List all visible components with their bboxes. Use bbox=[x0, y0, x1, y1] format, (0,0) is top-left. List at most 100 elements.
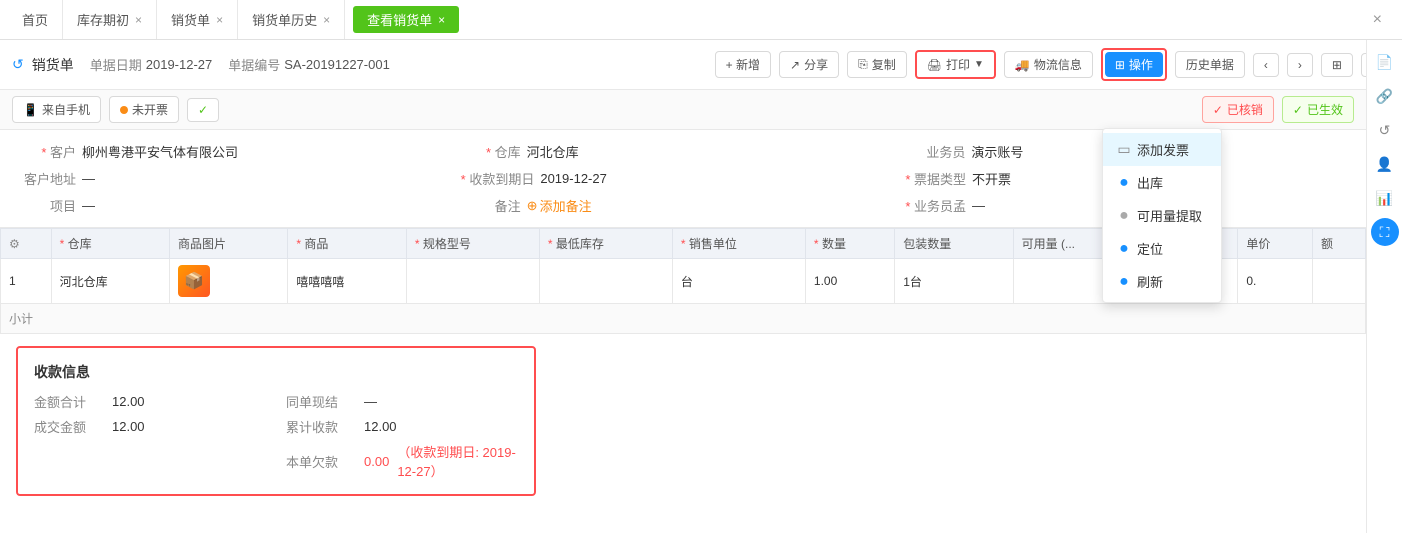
cell-unit: 台 bbox=[672, 259, 805, 304]
col-amount: 额 bbox=[1313, 229, 1366, 259]
warehouse-label: 仓库 bbox=[461, 142, 521, 161]
payment-date-row: 收款到期日 2019-12-27 bbox=[461, 169, 906, 188]
subtotal-row: 小计 bbox=[1, 304, 1366, 334]
copy-icon: ⎘ bbox=[858, 57, 868, 72]
payment-info: 收款信息 金额合计 12.00 成交金额 12.00 同单现结 — bbox=[16, 346, 536, 496]
operation-button[interactable]: ⊞ 操作 bbox=[1105, 52, 1163, 77]
effective-badge: ✓ 已生效 bbox=[1282, 96, 1354, 123]
doc-title-area: ↺ 销货单 bbox=[12, 55, 74, 75]
owed-label: 本单欠款 bbox=[286, 452, 356, 471]
copy-button[interactable]: ⎘ 复制 bbox=[847, 51, 907, 78]
refresh-item[interactable]: ● 刷新 bbox=[1103, 265, 1221, 298]
doc-header: ↺ 销货单 单据日期 2019-12-27 单据编号 SA-20191227-0… bbox=[0, 40, 1402, 90]
new-button[interactable]: + 新增 bbox=[715, 51, 771, 78]
col-qty: 数量 bbox=[805, 229, 894, 259]
cumulative-row: 累计收款 12.00 bbox=[286, 417, 518, 436]
payment-left-col: 金额合计 12.00 成交金额 12.00 bbox=[34, 392, 266, 480]
sidebar-link-icon[interactable]: 🔗 bbox=[1371, 82, 1399, 110]
next-icon: › bbox=[1298, 58, 1302, 72]
add-note-icon: ⊕ bbox=[527, 198, 538, 214]
share-button[interactable]: ↗ 分享 bbox=[779, 51, 839, 78]
total-amount-label: 金额合计 bbox=[34, 392, 104, 411]
note-label: 备注 bbox=[461, 196, 521, 215]
sidebar-table-icon[interactable]: 📊 bbox=[1371, 184, 1399, 212]
add-note-button[interactable]: ⊕ 添加备注 bbox=[527, 196, 592, 215]
staff2-label: 业务员孟 bbox=[905, 196, 966, 215]
outbound-label: 出库 bbox=[1137, 173, 1163, 192]
main-content: ↺ 销货单 单据日期 2019-12-27 单据编号 SA-20191227-0… bbox=[0, 40, 1402, 533]
tab-sales-label: 销货单 bbox=[171, 10, 210, 29]
cell-qty: 1.00 bbox=[805, 259, 894, 304]
prev-button[interactable]: ‹ bbox=[1253, 53, 1279, 77]
share-icon: ↗ bbox=[790, 58, 800, 72]
col-spec: 规格型号 bbox=[406, 229, 539, 259]
tab-inventory[interactable]: 库存期初 × bbox=[63, 0, 157, 39]
cell-amount bbox=[1313, 259, 1366, 304]
from-phone-button[interactable]: 📱 来自手机 bbox=[12, 96, 101, 123]
print-dropdown-icon: ▼ bbox=[974, 59, 984, 70]
tab-view-sales-label: 查看销货单 bbox=[367, 10, 432, 29]
qty-pickup-label: 可用量提取 bbox=[1137, 206, 1202, 225]
cell-spec bbox=[406, 259, 539, 304]
tab-view-sales[interactable]: 查看销货单 × bbox=[353, 6, 459, 33]
tab-sales[interactable]: 销货单 × bbox=[157, 0, 238, 39]
doc-date-value: 2019-12-27 bbox=[146, 57, 213, 72]
project-row: 项目 — bbox=[16, 196, 461, 215]
locate-item[interactable]: ● 定位 bbox=[1103, 232, 1221, 265]
invoice-status-button[interactable]: 未开票 bbox=[109, 96, 179, 123]
doc-meta: 单据日期 2019-12-27 单据编号 SA-20191227-001 bbox=[90, 55, 390, 74]
deal-amount-value: 12.00 bbox=[112, 419, 145, 434]
deal-amount-label: 成交金额 bbox=[34, 417, 104, 436]
tab-bar: 首页 库存期初 × 销货单 × 销货单历史 × 查看销货单 × × bbox=[0, 0, 1402, 40]
locate-label: 定位 bbox=[1137, 239, 1163, 258]
doc-number-item: 单据编号 SA-20191227-001 bbox=[228, 55, 390, 74]
cell-product: 嘻嘻嘻嘻 bbox=[288, 259, 406, 304]
logistics-button[interactable]: 🚚 物流信息 bbox=[1004, 51, 1093, 78]
col-product: 商品 bbox=[288, 229, 406, 259]
confirm-icon-button[interactable]: ✓ bbox=[187, 98, 219, 122]
gear-icon[interactable]: ⚙ bbox=[9, 237, 20, 251]
tab-inventory-label: 库存期初 bbox=[77, 10, 129, 29]
tab-sales-close[interactable]: × bbox=[216, 13, 223, 27]
cell-min-stock bbox=[539, 259, 672, 304]
sidebar-doc-icon[interactable]: 📄 bbox=[1371, 48, 1399, 76]
tab-sales-history[interactable]: 销货单历史 × bbox=[238, 0, 345, 39]
right-sidebar: 📄 🔗 ↺ 👤 📊 ⛶ bbox=[1366, 40, 1402, 533]
cell-image: 📦 bbox=[169, 259, 287, 304]
history-button[interactable]: 历史单据 bbox=[1175, 51, 1245, 78]
grid-view-button[interactable]: ⊞ bbox=[1321, 53, 1353, 77]
sidebar-refresh-icon[interactable]: ↺ bbox=[1371, 116, 1399, 144]
next-button[interactable]: › bbox=[1287, 53, 1313, 77]
outbound-item[interactable]: ● 出库 bbox=[1103, 166, 1221, 199]
tab-home[interactable]: 首页 bbox=[8, 0, 63, 39]
tab-sales-history-close[interactable]: × bbox=[323, 13, 330, 27]
history-button-label: 历史单据 bbox=[1186, 56, 1234, 73]
effective-label: 已生效 bbox=[1307, 101, 1343, 118]
qty-pickup-item[interactable]: ● 可用量提取 bbox=[1103, 199, 1221, 232]
sidebar-user-icon[interactable]: 👤 bbox=[1371, 150, 1399, 178]
staff-value: 演示账号 bbox=[971, 142, 1023, 161]
operation-button-wrapper: ⊞ 操作 bbox=[1101, 48, 1167, 81]
settled-label: 同单现结 bbox=[286, 392, 356, 411]
tab-view-sales-close[interactable]: × bbox=[438, 13, 445, 27]
print-button[interactable]: 🖨 打印 ▼ bbox=[915, 50, 996, 79]
add-note-label: 添加备注 bbox=[540, 196, 592, 215]
add-invoice-item[interactable]: ▭ 添加发票 bbox=[1103, 133, 1221, 166]
copy-button-label: 复制 bbox=[872, 56, 896, 73]
doc-date-item: 单据日期 2019-12-27 bbox=[90, 55, 213, 74]
col-warehouse: 仓库 bbox=[51, 229, 169, 259]
note-row: 备注 ⊕ 添加备注 bbox=[461, 196, 906, 215]
refresh-icon: ● bbox=[1117, 275, 1131, 289]
invoice-label: 票据类型 bbox=[905, 169, 966, 188]
customer-row: 客户 柳州粤港平安气体有限公司 bbox=[16, 142, 461, 161]
owed-row: 本单欠款 0.00 （收款到期日: 2019-12-27） bbox=[286, 442, 518, 480]
tab-inventory-close[interactable]: × bbox=[135, 13, 142, 27]
toolbar: + 新增 ↗ 分享 ⎘ 复制 🖨 打印 ▼ 🚚 物流信息 bbox=[715, 48, 1390, 81]
cell-unit-price: 0. bbox=[1238, 259, 1313, 304]
operation-dropdown: ▭ 添加发票 ● 出库 ● 可用量提取 ● 定位 ● 刷新 bbox=[1102, 128, 1222, 303]
add-invoice-icon: ▭ bbox=[1117, 143, 1131, 157]
window-close-button[interactable]: × bbox=[1361, 11, 1394, 29]
logistics-icon: 🚚 bbox=[1015, 58, 1030, 72]
sidebar-expand-icon[interactable]: ⛶ bbox=[1371, 218, 1399, 246]
col-unit-price: 单价 bbox=[1238, 229, 1313, 259]
